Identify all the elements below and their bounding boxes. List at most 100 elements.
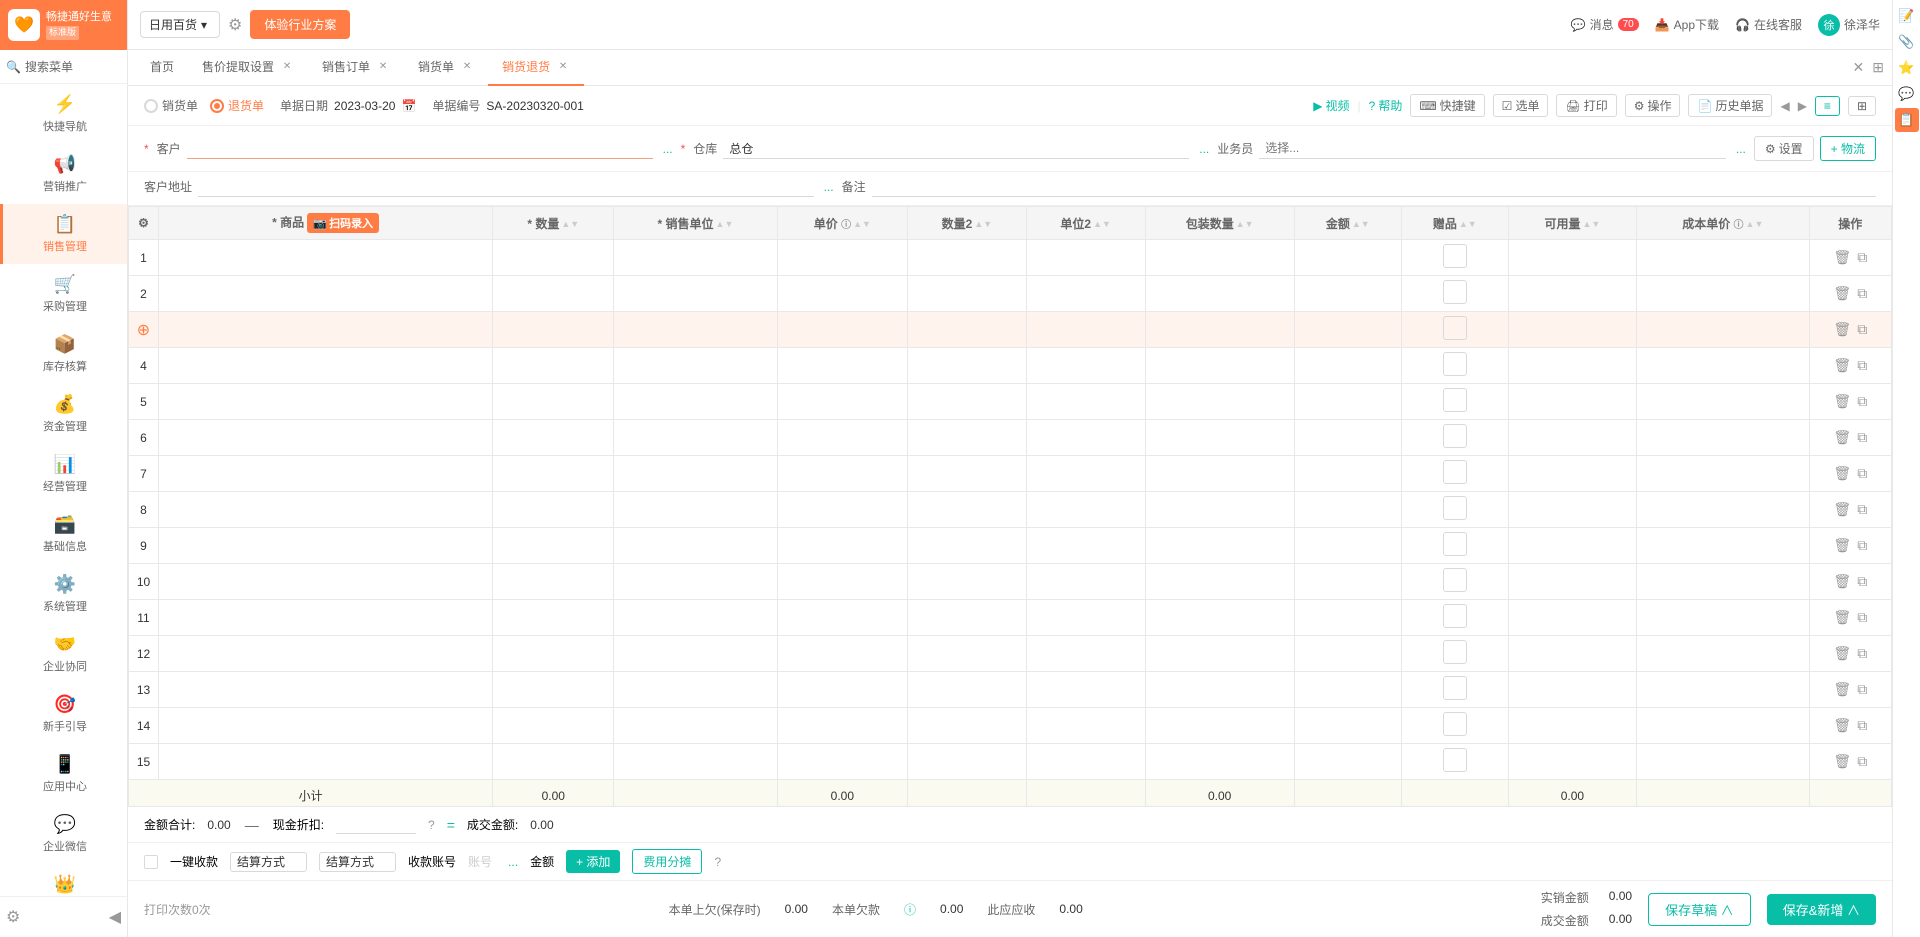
one-click-checkbox[interactable] bbox=[144, 855, 158, 869]
cell-qty-4[interactable] bbox=[493, 348, 614, 384]
cell-cost-7[interactable] bbox=[1636, 456, 1809, 492]
cell-qty-3[interactable] bbox=[493, 312, 614, 348]
operation-btn[interactable]: ⚙ 操作 bbox=[1625, 94, 1681, 117]
cell-unit-13[interactable] bbox=[614, 672, 777, 708]
tab-close-sale-price[interactable]: ✕ bbox=[280, 60, 294, 74]
cell-amount-2[interactable] bbox=[1294, 276, 1401, 312]
cell-unit-2[interactable] bbox=[614, 276, 777, 312]
remark-input[interactable] bbox=[872, 176, 1876, 197]
copy-row-11-icon[interactable]: ⧉ bbox=[1857, 609, 1867, 626]
cell-qty2-2[interactable] bbox=[908, 276, 1027, 312]
cell-unit2-1[interactable] bbox=[1026, 240, 1145, 276]
expand-tab-icon[interactable]: ⊞ bbox=[1872, 59, 1884, 76]
cell-unit2-11[interactable] bbox=[1026, 600, 1145, 636]
add-row-icon[interactable]: ⊕ bbox=[137, 322, 150, 339]
address-dots[interactable]: ... bbox=[824, 180, 834, 194]
cell-qty2-8[interactable] bbox=[908, 492, 1027, 528]
gift-checkbox-3[interactable] bbox=[1443, 316, 1467, 340]
cell-product-8[interactable] bbox=[159, 492, 493, 528]
cell-unit-5[interactable] bbox=[614, 384, 777, 420]
cash-discount-input[interactable] bbox=[336, 815, 416, 834]
delete-row-14-icon[interactable]: 🗑 bbox=[1833, 717, 1851, 734]
cell-product-2[interactable] bbox=[159, 276, 493, 312]
cell-amount-15[interactable] bbox=[1294, 744, 1401, 780]
cell-unit2-5[interactable] bbox=[1026, 384, 1145, 420]
cell-avail-1[interactable] bbox=[1508, 240, 1636, 276]
discount-help-icon[interactable]: ? bbox=[428, 818, 435, 832]
tab-sale-order[interactable]: 销售订单 ✕ bbox=[308, 50, 404, 86]
delete-row-1-icon[interactable]: 🗑 bbox=[1833, 249, 1851, 266]
cell-product-13[interactable] bbox=[159, 672, 493, 708]
cell-gift-4[interactable] bbox=[1401, 348, 1508, 384]
cell-product-4[interactable] bbox=[159, 348, 493, 384]
cell-qty-7[interactable] bbox=[493, 456, 614, 492]
cell-unit2-6[interactable] bbox=[1026, 420, 1145, 456]
cell-pack-7[interactable] bbox=[1145, 456, 1294, 492]
gift-checkbox-2[interactable] bbox=[1443, 280, 1467, 304]
user-btn[interactable]: 徐 徐泽华 bbox=[1818, 14, 1880, 36]
sidebar-item-sales[interactable]: 📋 销售管理 bbox=[0, 204, 127, 264]
gift-checkbox-6[interactable] bbox=[1443, 424, 1467, 448]
cell-price-7[interactable] bbox=[777, 456, 907, 492]
cell-avail-14[interactable] bbox=[1508, 708, 1636, 744]
cell-avail-13[interactable] bbox=[1508, 672, 1636, 708]
cell-unit2-2[interactable] bbox=[1026, 276, 1145, 312]
sidebar-item-basics[interactable]: 🗃️ 基础信息 bbox=[0, 504, 127, 564]
cell-unit2-8[interactable] bbox=[1026, 492, 1145, 528]
sidebar-item-enterprise[interactable]: 🤝 企业协同 bbox=[0, 624, 127, 684]
gift-checkbox-4[interactable] bbox=[1443, 352, 1467, 376]
delete-row-15-icon[interactable]: 🗑 bbox=[1833, 753, 1851, 770]
delete-row-2-icon[interactable]: 🗑 bbox=[1833, 285, 1851, 302]
cell-unit-6[interactable] bbox=[614, 420, 777, 456]
cell-price-10[interactable] bbox=[777, 564, 907, 600]
cell-gift-11[interactable] bbox=[1401, 600, 1508, 636]
radio-return[interactable]: 退货单 bbox=[210, 97, 264, 114]
cell-amount-7[interactable] bbox=[1294, 456, 1401, 492]
cell-avail-7[interactable] bbox=[1508, 456, 1636, 492]
cell-qty-10[interactable] bbox=[493, 564, 614, 600]
rs-chat-icon[interactable]: 💬 bbox=[1895, 82, 1919, 106]
cell-pack-15[interactable] bbox=[1145, 744, 1294, 780]
delete-row-12-icon[interactable]: 🗑 bbox=[1833, 645, 1851, 662]
cell-qty2-15[interactable] bbox=[908, 744, 1027, 780]
sort-pack[interactable]: ▲▼ bbox=[1236, 219, 1254, 229]
gift-checkbox-14[interactable] bbox=[1443, 712, 1467, 736]
cell-unit-3[interactable] bbox=[614, 312, 777, 348]
cell-qty-12[interactable] bbox=[493, 636, 614, 672]
cell-pack-3[interactable] bbox=[1145, 312, 1294, 348]
copy-row-4-icon[interactable]: ⧉ bbox=[1857, 357, 1867, 374]
cell-qty-5[interactable] bbox=[493, 384, 614, 420]
cell-amount-13[interactable] bbox=[1294, 672, 1401, 708]
fee-help-icon[interactable]: ? bbox=[714, 855, 721, 869]
cell-unit2-7[interactable] bbox=[1026, 456, 1145, 492]
sort-qty[interactable]: ▲▼ bbox=[561, 219, 579, 229]
cell-qty-14[interactable] bbox=[493, 708, 614, 744]
cell-cost-12[interactable] bbox=[1636, 636, 1809, 672]
cell-gift-9[interactable] bbox=[1401, 528, 1508, 564]
cell-qty2-9[interactable] bbox=[908, 528, 1027, 564]
tab-home[interactable]: 首页 bbox=[136, 50, 188, 86]
cell-avail-4[interactable] bbox=[1508, 348, 1636, 384]
cell-qty2-4[interactable] bbox=[908, 348, 1027, 384]
cell-cost-13[interactable] bbox=[1636, 672, 1809, 708]
sidebar-item-system[interactable]: ⚙️ 系统管理 bbox=[0, 564, 127, 624]
cost-price-info-icon[interactable]: ⓘ bbox=[1734, 220, 1744, 231]
sidebar-item-quick-nav[interactable]: ⚡ 快捷导航 bbox=[0, 84, 127, 144]
cell-cost-9[interactable] bbox=[1636, 528, 1809, 564]
cell-unit2-13[interactable] bbox=[1026, 672, 1145, 708]
cell-unit-14[interactable] bbox=[614, 708, 777, 744]
print-btn[interactable]: 🖨 打印 bbox=[1556, 94, 1616, 117]
cell-qty2-11[interactable] bbox=[908, 600, 1027, 636]
calc-method-select[interactable]: 结算方式 bbox=[319, 852, 396, 872]
cell-unit2-10[interactable] bbox=[1026, 564, 1145, 600]
gift-checkbox-1[interactable] bbox=[1443, 244, 1467, 268]
cell-qty-13[interactable] bbox=[493, 672, 614, 708]
cell-amount-10[interactable] bbox=[1294, 564, 1401, 600]
copy-row-12-icon[interactable]: ⧉ bbox=[1857, 645, 1867, 662]
address-input[interactable] bbox=[198, 176, 814, 197]
customer-input[interactable] bbox=[187, 138, 653, 159]
unit-price-info-icon[interactable]: ⓘ bbox=[841, 220, 851, 231]
sort-price[interactable]: ▲▼ bbox=[853, 219, 871, 229]
copy-row-6-icon[interactable]: ⧉ bbox=[1857, 429, 1867, 446]
cell-price-1[interactable] bbox=[777, 240, 907, 276]
